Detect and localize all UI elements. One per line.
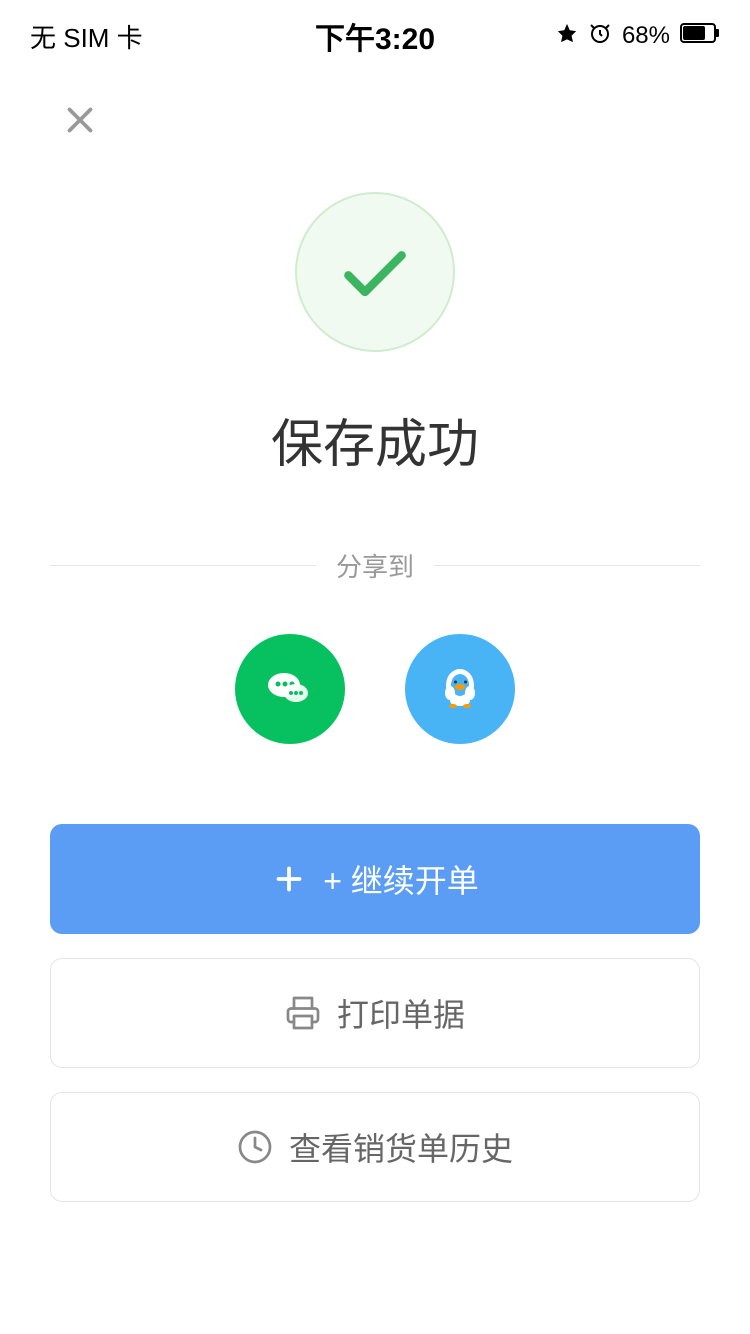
battery-label: 68% — [622, 22, 670, 50]
qq-share-button[interactable] — [405, 634, 515, 744]
history-label: 查看销货单历史 — [289, 1124, 513, 1170]
status-bar: 无 SIM 卡 下午3:20 68% — [0, 0, 750, 72]
share-icons-row — [235, 634, 515, 744]
status-right: 68% — [556, 21, 720, 52]
status-left: 无 SIM 卡 — [30, 18, 155, 55]
share-label: 分享到 — [336, 547, 414, 584]
divider-right — [434, 565, 700, 566]
close-button[interactable] — [50, 90, 110, 150]
continue-label: + 继续开单 — [323, 856, 479, 902]
continue-button[interactable]: + 继续开单 — [50, 824, 700, 934]
success-icon-circle — [295, 192, 455, 352]
carrier-label: 无 SIM 卡 — [30, 18, 143, 55]
wechat-share-button[interactable] — [235, 634, 345, 744]
share-divider: 分享到 — [0, 547, 750, 584]
status-time: 下午3:20 — [315, 14, 435, 58]
divider-left — [50, 565, 316, 566]
main-content: 保存成功 分享到 — [0, 72, 750, 1202]
battery-icon — [680, 22, 720, 51]
alarm-icon — [588, 21, 612, 52]
print-label: 打印单据 — [337, 990, 465, 1036]
success-title: 保存成功 — [271, 402, 479, 477]
action-buttons: + 继续开单 打印单据 查看销货单历史 — [0, 824, 750, 1202]
print-button[interactable]: 打印单据 — [50, 958, 700, 1068]
location-icon — [556, 22, 578, 51]
history-button[interactable]: 查看销货单历史 — [50, 1092, 700, 1202]
